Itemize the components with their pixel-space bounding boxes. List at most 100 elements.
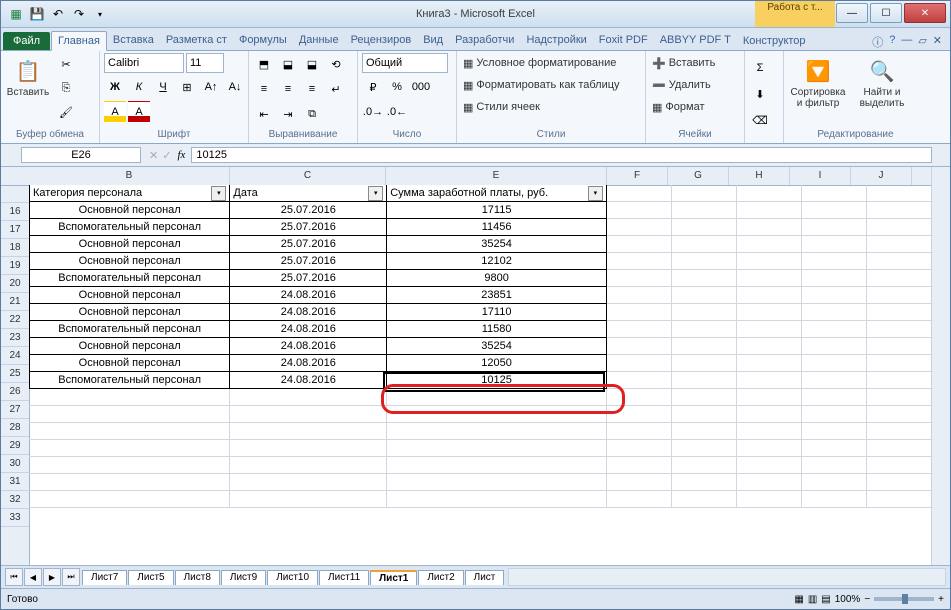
cell-C19[interactable]: 25.07.2016 — [230, 253, 387, 270]
tab-1[interactable]: Вставка — [107, 31, 160, 50]
insert-cells-button[interactable]: ➕Вставить — [650, 53, 717, 73]
cell-empty[interactable] — [867, 287, 932, 304]
filter-dropdown-icon[interactable]: ▾ — [368, 186, 383, 201]
cell-J33[interactable] — [867, 491, 932, 508]
row-header-17[interactable]: 17 — [1, 221, 29, 239]
cell-empty[interactable] — [607, 236, 672, 253]
underline-button[interactable]: Ч — [152, 76, 174, 98]
bold-button[interactable]: Ж — [104, 76, 126, 98]
number-format-combo[interactable]: Общий — [362, 53, 448, 73]
sheet-tab-Лист8[interactable]: Лист8 — [175, 570, 220, 585]
cell-empty[interactable] — [802, 338, 867, 355]
align-left-icon[interactable]: ≡ — [253, 78, 275, 100]
sheet-tab-Лист[interactable]: Лист — [465, 570, 505, 585]
cell-C29[interactable] — [230, 423, 387, 440]
minimize-ribbon-icon[interactable]: ⓘ — [872, 34, 883, 50]
cell-styles-button[interactable]: ▦Стили ячеек — [461, 97, 542, 117]
cell-empty[interactable] — [737, 202, 802, 219]
cell-empty[interactable] — [672, 304, 737, 321]
close-button[interactable]: ✕ — [904, 3, 946, 23]
cell-empty[interactable] — [607, 185, 672, 202]
cell-empty[interactable] — [672, 321, 737, 338]
cell-empty[interactable] — [737, 287, 802, 304]
vertical-scrollbar[interactable] — [931, 167, 950, 565]
cell-C21[interactable]: 24.08.2016 — [230, 287, 387, 304]
cell-empty[interactable] — [607, 253, 672, 270]
horizontal-scrollbar[interactable] — [508, 568, 946, 586]
cell-empty[interactable] — [867, 236, 932, 253]
cell-E22[interactable]: 17110 — [387, 304, 607, 321]
decrease-font-icon[interactable]: A↓ — [224, 76, 246, 98]
cell-empty[interactable] — [672, 236, 737, 253]
currency-icon[interactable]: ₽ — [362, 76, 384, 98]
percent-icon[interactable]: % — [386, 76, 408, 98]
find-select-button[interactable]: 🔍 Найти и выделить — [852, 53, 912, 109]
cell-J29[interactable] — [867, 423, 932, 440]
window-restore-icon[interactable]: ▱ — [918, 34, 926, 50]
cell-B27[interactable] — [29, 389, 230, 406]
border-button[interactable]: ⊞ — [176, 76, 198, 98]
cell-C25[interactable]: 24.08.2016 — [230, 355, 387, 372]
sheet-nav-prev-icon[interactable]: ◀ — [24, 568, 42, 586]
cell-empty[interactable] — [672, 202, 737, 219]
cell-C24[interactable]: 24.08.2016 — [230, 338, 387, 355]
fx-icon[interactable]: fx — [177, 149, 185, 161]
cell-E18[interactable]: 35254 — [387, 236, 607, 253]
cell-empty[interactable] — [737, 321, 802, 338]
cell-empty[interactable] — [737, 236, 802, 253]
cell-F30[interactable] — [607, 440, 672, 457]
row-header-22[interactable]: 22 — [1, 311, 29, 329]
cell-H33[interactable] — [737, 491, 802, 508]
cell-C23[interactable]: 24.08.2016 — [230, 321, 387, 338]
wrap-text-icon[interactable]: ↵ — [325, 78, 347, 100]
copy-icon[interactable]: ⎘ — [55, 77, 77, 99]
cell-C28[interactable] — [230, 406, 387, 423]
sheet-tab-Лист7[interactable]: Лист7 — [82, 570, 127, 585]
col-header-C[interactable]: C — [230, 167, 386, 185]
cell-B22[interactable]: Основной персонал — [29, 304, 230, 321]
cell-E30[interactable] — [387, 440, 607, 457]
col-header-B[interactable]: B — [29, 167, 230, 185]
cell-B20[interactable]: Вспомогательный персонал — [29, 270, 230, 287]
table-header-E[interactable]: Сумма заработной платы, руб.▾ — [387, 185, 607, 202]
sheet-nav-next-icon[interactable]: ▶ — [43, 568, 61, 586]
tab-8[interactable]: Надстройки — [520, 31, 592, 50]
row-header-20[interactable]: 20 — [1, 275, 29, 293]
increase-font-icon[interactable]: A↑ — [200, 76, 222, 98]
cell-E20[interactable]: 9800 — [387, 270, 607, 287]
sheet-tab-Лист10[interactable]: Лист10 — [267, 570, 318, 585]
cell-B28[interactable] — [29, 406, 230, 423]
cell-empty[interactable] — [607, 304, 672, 321]
cell-empty[interactable] — [802, 287, 867, 304]
cell-empty[interactable] — [607, 270, 672, 287]
cell-C16[interactable]: 25.07.2016 — [230, 202, 387, 219]
tab-context[interactable]: Конструктор — [737, 32, 812, 50]
row-header-21[interactable]: 21 — [1, 293, 29, 311]
row-header-28[interactable]: 28 — [1, 419, 29, 437]
cell-H27[interactable] — [737, 389, 802, 406]
autosum-icon[interactable]: Σ — [749, 57, 771, 79]
qat-more-icon[interactable]: ▾ — [91, 5, 109, 23]
cell-empty[interactable] — [737, 270, 802, 287]
sheet-tab-Лист1[interactable]: Лист1 — [370, 570, 417, 585]
format-as-table-button[interactable]: ▦Форматировать как таблицу — [461, 75, 622, 95]
cell-empty[interactable] — [867, 355, 932, 372]
cell-B33[interactable] — [29, 491, 230, 508]
cell-C18[interactable]: 25.07.2016 — [230, 236, 387, 253]
format-cells-button[interactable]: ▦Формат — [650, 97, 706, 117]
cell-G29[interactable] — [672, 423, 737, 440]
decrease-indent-icon[interactable]: ⇤ — [253, 103, 275, 125]
cell-B24[interactable]: Основной персонал — [29, 338, 230, 355]
formula-bar[interactable]: 10125 — [191, 147, 932, 163]
align-center-icon[interactable]: ≡ — [277, 78, 299, 100]
tab-10[interactable]: ABBYY PDF T — [654, 31, 737, 50]
cell-empty[interactable] — [672, 185, 737, 202]
cell-empty[interactable] — [867, 321, 932, 338]
cell-empty[interactable] — [672, 287, 737, 304]
sheet-tab-Лист9[interactable]: Лист9 — [221, 570, 266, 585]
cell-empty[interactable] — [802, 372, 867, 389]
col-header-E[interactable]: E — [386, 167, 607, 185]
font-color-button[interactable]: A — [128, 101, 150, 123]
cell-C27[interactable] — [230, 389, 387, 406]
cell-empty[interactable] — [867, 253, 932, 270]
